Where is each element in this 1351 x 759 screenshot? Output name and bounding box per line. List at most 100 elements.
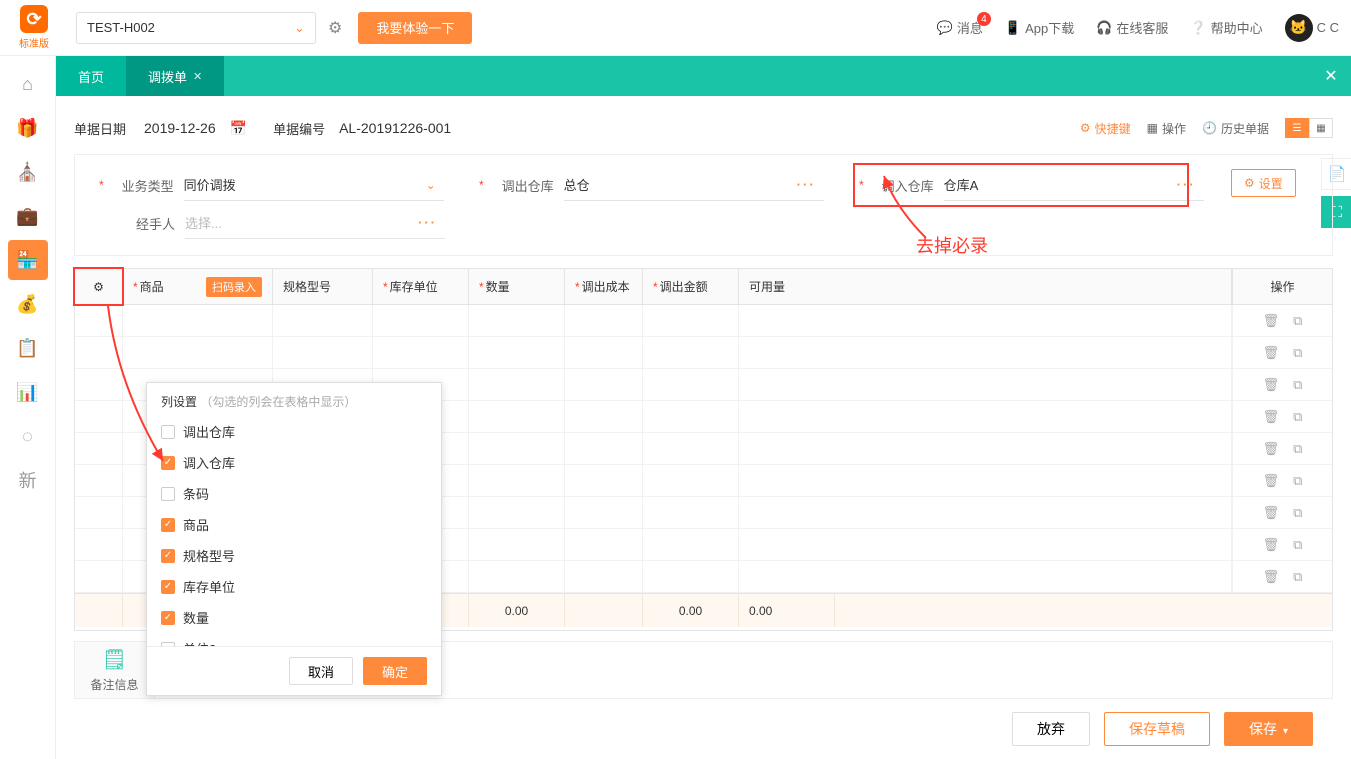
online-service-label: 在线客服 bbox=[1116, 18, 1168, 37]
checkbox-icon: ✓ bbox=[161, 518, 175, 532]
help-center-label: 帮助中心 bbox=[1211, 18, 1263, 37]
col-out-amount: *调出金额 bbox=[643, 269, 739, 304]
sidebar-home-icon[interactable]: ⌂ bbox=[8, 64, 48, 104]
column-checkbox-item[interactable]: ✓库存单位 bbox=[161, 571, 427, 602]
copy-icon[interactable]: ⧉ bbox=[1293, 345, 1302, 361]
delete-icon[interactable]: 🗑 bbox=[1263, 441, 1280, 457]
copy-icon[interactable]: ⧉ bbox=[1293, 473, 1302, 489]
history-button[interactable]: 🕘历史单据 bbox=[1202, 120, 1269, 137]
date-value[interactable]: 2019-12-26 bbox=[144, 120, 216, 136]
doc-no-value: AL-20191226-001 bbox=[339, 120, 451, 136]
tab-home-label: 首页 bbox=[78, 67, 104, 86]
in-wh-select[interactable]: 仓库A ··· bbox=[944, 169, 1204, 201]
sidebar: ⌂ 🎁 ⛪ 💼 🏪 💰 📋 📊 ◌ 新 bbox=[0, 56, 56, 759]
copy-icon[interactable]: ⧉ bbox=[1293, 377, 1302, 393]
sidebar-gift-icon[interactable]: 🎁 bbox=[8, 108, 48, 148]
save-draft-button[interactable]: 保存草稿 bbox=[1104, 712, 1210, 746]
column-checkbox-item[interactable]: ✓数量 bbox=[161, 602, 427, 633]
delete-icon[interactable]: 🗑 bbox=[1263, 473, 1280, 489]
sidebar-house-icon[interactable]: ⛪ bbox=[8, 152, 48, 192]
quickkey-button[interactable]: ⚙快捷键 bbox=[1080, 120, 1131, 137]
table-row[interactable]: 🗑⧉ bbox=[75, 305, 1332, 337]
app-download-button[interactable]: 📱 App下载 bbox=[1005, 18, 1074, 37]
column-option-label: 单位2 bbox=[183, 639, 216, 646]
view-card-icon[interactable]: ▦ bbox=[1309, 118, 1333, 138]
app-download-label: App下载 bbox=[1025, 18, 1074, 37]
messages-button[interactable]: 💬 消息 4 bbox=[937, 18, 983, 37]
column-checkbox-item[interactable]: 调出仓库 bbox=[161, 416, 427, 447]
column-option-label: 规格型号 bbox=[183, 546, 235, 565]
sidebar-warehouse-icon[interactable]: 🏪 bbox=[8, 240, 48, 280]
sidebar-money-icon[interactable]: 💰 bbox=[8, 284, 48, 324]
trial-button[interactable]: 我要体验一下 bbox=[358, 12, 472, 44]
gear-icon: ⚙ bbox=[1080, 121, 1091, 135]
biz-type-select[interactable]: 同价调拨 ⌄ bbox=[184, 169, 444, 201]
col-out-cost-label: 调出成本 bbox=[582, 278, 630, 295]
delete-icon[interactable]: 🗑 bbox=[1263, 537, 1280, 553]
calendar-icon[interactable]: 📅 bbox=[230, 120, 247, 137]
column-checkbox-item[interactable]: ✓商品 bbox=[161, 509, 427, 540]
org-select[interactable]: TEST-H002 ⌄ bbox=[76, 12, 316, 44]
help-center-button[interactable]: ❔ 帮助中心 bbox=[1190, 18, 1262, 37]
popup-list[interactable]: 调出仓库✓调入仓库条码✓商品✓规格型号✓库存单位✓数量单位2 bbox=[147, 416, 441, 646]
more-icon: ··· bbox=[418, 215, 437, 230]
cancel-button[interactable]: 取消 bbox=[289, 657, 353, 685]
delete-icon[interactable]: 🗑 bbox=[1263, 569, 1280, 585]
delete-icon[interactable]: 🗑 bbox=[1263, 377, 1280, 393]
required-mark: * bbox=[479, 178, 484, 192]
copy-icon[interactable]: ⧉ bbox=[1293, 313, 1302, 329]
copy-icon[interactable]: ⧉ bbox=[1293, 505, 1302, 521]
chevron-down-icon: ▾ bbox=[1283, 726, 1288, 737]
copy-icon[interactable]: ⧉ bbox=[1293, 409, 1302, 425]
copy-icon[interactable]: ⧉ bbox=[1293, 441, 1302, 457]
sidebar-report-icon[interactable]: 📊 bbox=[8, 372, 48, 412]
user-menu[interactable]: 🐱 C C bbox=[1285, 14, 1339, 42]
delete-icon[interactable]: 🗑 bbox=[1263, 409, 1280, 425]
biz-type-label: 业务类型 bbox=[108, 176, 174, 195]
close-icon[interactable]: ✕ bbox=[193, 70, 202, 83]
note-icon: 🗒 bbox=[102, 647, 127, 672]
sidebar-new-icon[interactable]: 新 bbox=[8, 460, 48, 500]
operation-button[interactable]: ▦操作 bbox=[1147, 120, 1186, 137]
column-option-label: 条码 bbox=[183, 484, 209, 503]
popup-buttons: 取消 确定 bbox=[147, 646, 441, 695]
column-settings-button[interactable]: ⚙ bbox=[75, 269, 123, 304]
delete-icon[interactable]: 🗑 bbox=[1263, 505, 1280, 521]
table-row[interactable]: 🗑⧉ bbox=[75, 337, 1332, 369]
delete-icon[interactable]: 🗑 bbox=[1263, 313, 1280, 329]
copy-icon[interactable]: ⧉ bbox=[1293, 537, 1302, 553]
out-wh-select[interactable]: 总仓 ··· bbox=[564, 169, 824, 201]
topbar-right: 💬 消息 4 📱 App下载 🎧 在线客服 ❔ 帮助中心 🐱 C C bbox=[937, 14, 1339, 42]
copy-icon[interactable]: ⧉ bbox=[1293, 569, 1302, 585]
avatar: 🐱 bbox=[1285, 14, 1313, 42]
column-checkbox-item[interactable]: ✓调入仓库 bbox=[161, 447, 427, 478]
column-checkbox-item[interactable]: 条码 bbox=[161, 478, 427, 509]
date-label: 单据日期 bbox=[74, 119, 126, 138]
sidebar-clipboard-icon[interactable]: 📋 bbox=[8, 328, 48, 368]
close-all-tabs-icon[interactable]: ✕ bbox=[1311, 56, 1351, 96]
popup-title: 列设置 （勾选的列会在表格中显示） bbox=[147, 383, 441, 416]
sidebar-bag-icon[interactable]: 💼 bbox=[8, 196, 48, 236]
settings-button[interactable]: ⚙ 设置 bbox=[1231, 169, 1296, 197]
sidebar-loading-icon[interactable]: ◌ bbox=[8, 416, 48, 456]
confirm-button[interactable]: 确定 bbox=[363, 657, 427, 685]
doc-header: 单据日期 2019-12-26 📅 单据编号 AL-20191226-001 ⚙… bbox=[74, 110, 1333, 146]
view-list-icon[interactable]: ☰ bbox=[1285, 118, 1309, 138]
handler-select[interactable]: 选择... ··· bbox=[185, 207, 445, 239]
discard-button[interactable]: 放弃 bbox=[1012, 712, 1090, 746]
gear-icon[interactable]: ⚙ bbox=[328, 18, 342, 38]
tab-transfer-order[interactable]: 调拨单 ✕ bbox=[126, 56, 224, 96]
annotation-text: 去掉必录 bbox=[916, 232, 988, 258]
save-button[interactable]: 保存▾ bbox=[1224, 712, 1313, 746]
tab-home[interactable]: 首页 bbox=[56, 56, 126, 96]
delete-icon[interactable]: 🗑 bbox=[1263, 345, 1280, 361]
help-icon: ❔ bbox=[1190, 20, 1206, 36]
column-option-label: 库存单位 bbox=[183, 577, 235, 596]
column-option-label: 调入仓库 bbox=[183, 453, 235, 472]
online-service-button[interactable]: 🎧 在线客服 bbox=[1096, 18, 1168, 37]
checkbox-icon: ✓ bbox=[161, 611, 175, 625]
scan-entry-button[interactable]: 扫码录入 bbox=[206, 277, 262, 297]
in-wh-label: 调入仓库 bbox=[868, 176, 934, 195]
column-checkbox-item[interactable]: 单位2 bbox=[161, 633, 427, 646]
column-checkbox-item[interactable]: ✓规格型号 bbox=[161, 540, 427, 571]
